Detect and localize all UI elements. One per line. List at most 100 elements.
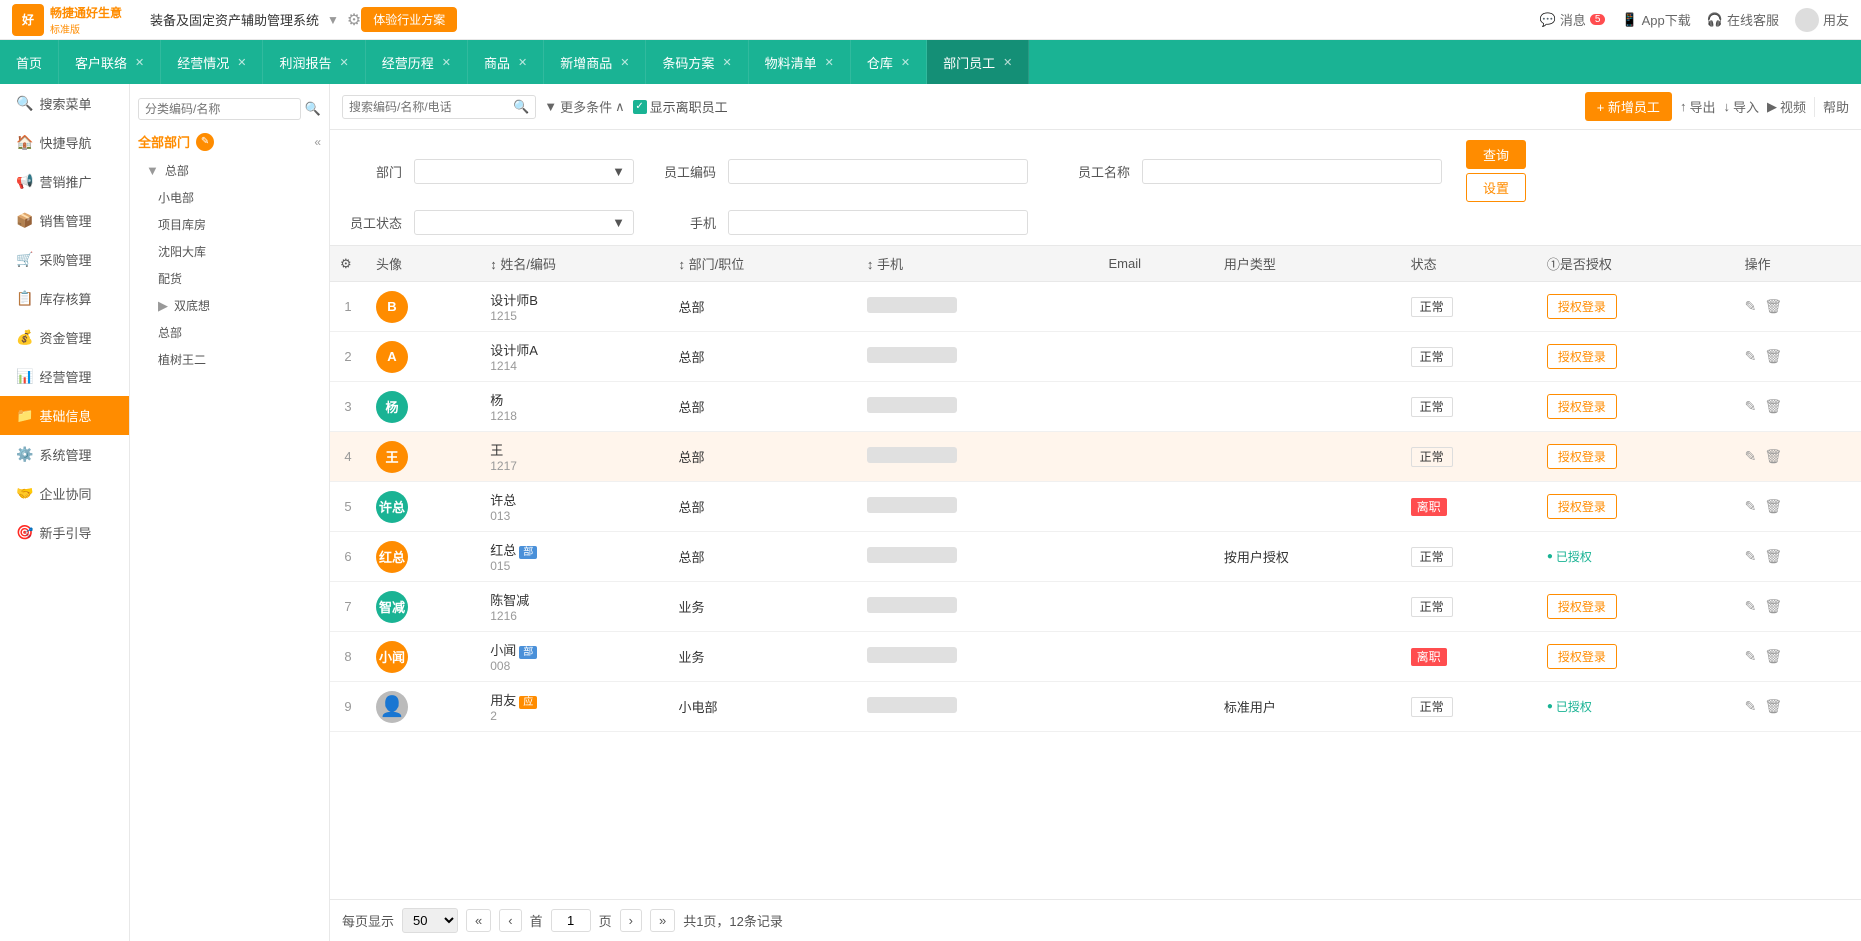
nav-close-goods[interactable]: ✕ — [518, 56, 527, 69]
next-page-btn[interactable]: › — [620, 909, 642, 932]
nav-close-bom[interactable]: ✕ — [825, 56, 834, 69]
col-phone[interactable]: ↕ 手机 — [857, 246, 1099, 282]
edit-btn[interactable]: ✎ — [1745, 598, 1757, 615]
delete-btn[interactable]: 🗑 — [1764, 598, 1782, 615]
delete-btn[interactable]: 🗑 — [1764, 348, 1782, 365]
nav-close-profit[interactable]: ✕ — [340, 56, 349, 69]
tree-node-peihuo[interactable]: 配货 — [130, 265, 329, 292]
edit-btn[interactable]: ✎ — [1745, 448, 1757, 465]
nav-item-home[interactable]: 首页 — [0, 40, 59, 84]
delete-btn[interactable]: 🗑 — [1764, 698, 1782, 715]
phone-input[interactable] — [728, 210, 1028, 235]
nav-close-add-goods[interactable]: ✕ — [620, 56, 629, 69]
show-resigned-checkbox[interactable]: ✓ — [633, 100, 647, 114]
nav-item-goods[interactable]: 商品 ✕ — [468, 40, 544, 84]
nav-item-barcode[interactable]: 条码方案 ✕ — [646, 40, 748, 84]
add-employee-btn[interactable]: + 新增员工 — [1585, 92, 1672, 121]
emp-status-select[interactable]: ▼ — [414, 210, 634, 235]
auth-login-btn[interactable]: 授权登录 — [1547, 294, 1617, 319]
sidebar-item-collab[interactable]: 🤝企业协同 — [0, 474, 129, 513]
system-dropdown-icon[interactable]: ▼ — [327, 13, 339, 27]
tree-node-xiangmu[interactable]: 项目库房 — [130, 211, 329, 238]
emp-name-input[interactable] — [1142, 159, 1442, 184]
col-dept[interactable]: ↕ 部门/职位 — [669, 246, 857, 282]
auth-login-btn[interactable]: 授权登录 — [1547, 644, 1617, 669]
online-service-btn[interactable]: 🎧 在线客服 — [1707, 10, 1779, 29]
settings-icon[interactable]: ⚙ — [347, 10, 361, 30]
nav-item-bom[interactable]: 物料清单 ✕ — [749, 40, 851, 84]
export-btn[interactable]: ↑ 导出 — [1680, 97, 1716, 116]
tree-node-shenyang[interactable]: 沈阳大库 — [130, 238, 329, 265]
view-btn[interactable]: ▶ 视频 — [1767, 97, 1806, 116]
set-btn[interactable]: 设置 — [1466, 173, 1526, 202]
import-btn[interactable]: ↓ 导入 — [1723, 97, 1759, 116]
sidebar-item-marketing[interactable]: 📢营销推广 — [0, 162, 129, 201]
trial-btn[interactable]: 体验行业方案 — [361, 7, 457, 32]
sidebar-item-system[interactable]: ⚙️系统管理 — [0, 435, 129, 474]
dept-select[interactable]: ▼ — [414, 159, 634, 184]
delete-btn[interactable]: 🗑 — [1764, 548, 1782, 565]
message-btn[interactable]: 💬 消息 5 — [1540, 10, 1606, 29]
auth-login-btn[interactable]: 授权登录 — [1547, 594, 1617, 619]
nav-close-history[interactable]: ✕ — [442, 56, 451, 69]
nav-item-history[interactable]: 经营历程 ✕ — [366, 40, 468, 84]
edit-btn[interactable]: ✎ — [1745, 398, 1757, 415]
tree-search-icon[interactable]: 🔍 — [305, 101, 321, 117]
delete-btn[interactable]: 🗑 — [1764, 648, 1782, 665]
nav-item-operation[interactable]: 经营情况 ✕ — [161, 40, 263, 84]
app-download-btn[interactable]: 📱 App下载 — [1621, 10, 1690, 29]
nav-item-warehouse[interactable]: 仓库 ✕ — [851, 40, 927, 84]
page-input[interactable] — [551, 909, 591, 932]
tree-search-input[interactable] — [138, 98, 301, 120]
sidebar-item-finance[interactable]: 💰资金管理 — [0, 318, 129, 357]
col-settings[interactable]: ⚙ — [330, 246, 366, 282]
search-icon-toolbar[interactable]: 🔍 — [513, 99, 529, 115]
sidebar-item-search[interactable]: 🔍搜索菜单 — [0, 84, 129, 123]
delete-btn[interactable]: 🗑 — [1764, 498, 1782, 515]
edit-btn[interactable]: ✎ — [1745, 548, 1757, 565]
nav-close-warehouse[interactable]: ✕ — [901, 56, 910, 69]
auth-login-btn[interactable]: 授权登录 — [1547, 344, 1617, 369]
nav-item-staff[interactable]: 部门员工 ✕ — [927, 40, 1029, 84]
tree-node-head[interactable]: ▼ 总部 — [130, 157, 329, 184]
nav-close-barcode[interactable]: ✕ — [722, 56, 731, 69]
sidebar-item-purchase[interactable]: 🛒采购管理 — [0, 240, 129, 279]
tree-all-label[interactable]: 全部部门 — [138, 132, 190, 151]
sidebar-item-guide[interactable]: 🎯新手引导 — [0, 513, 129, 552]
tree-node-zhishu[interactable]: 植树王二 — [130, 346, 329, 373]
sidebar-item-management[interactable]: 📊经营管理 — [0, 357, 129, 396]
nav-item-add-goods[interactable]: 新增商品 ✕ — [544, 40, 646, 84]
nav-close-customer[interactable]: ✕ — [135, 56, 144, 69]
last-page-btn[interactable]: » — [650, 909, 675, 932]
col-name[interactable]: ↕ 姓名/编码 — [480, 246, 668, 282]
tree-edit-btn[interactable]: ✎ — [196, 133, 214, 151]
sidebar-item-sales[interactable]: 📦销售管理 — [0, 201, 129, 240]
nav-close-operation[interactable]: ✕ — [237, 56, 246, 69]
help-btn[interactable]: 帮助 — [1823, 97, 1849, 116]
page-size-select[interactable]: 50 100 200 — [402, 908, 458, 933]
edit-btn[interactable]: ✎ — [1745, 298, 1757, 315]
emp-code-input[interactable] — [728, 159, 1028, 184]
user-btn[interactable]: 用友 — [1795, 8, 1849, 32]
auth-login-btn[interactable]: 授权登录 — [1547, 394, 1617, 419]
tree-node-xiaodibu[interactable]: 小电部 — [130, 184, 329, 211]
auth-login-btn[interactable]: 授权登录 — [1547, 444, 1617, 469]
query-btn[interactable]: 查询 — [1466, 140, 1526, 169]
first-page-btn[interactable]: « — [466, 909, 491, 932]
edit-btn[interactable]: ✎ — [1745, 498, 1757, 515]
more-filter-btn[interactable]: ▼ 更多条件 ∧ — [544, 97, 624, 116]
edit-btn[interactable]: ✎ — [1745, 698, 1757, 715]
delete-btn[interactable]: 🗑 — [1764, 298, 1782, 315]
sidebar-item-basic[interactable]: 📁基础信息 — [0, 396, 129, 435]
edit-btn[interactable]: ✎ — [1745, 648, 1757, 665]
delete-btn[interactable]: 🗑 — [1764, 448, 1782, 465]
delete-btn[interactable]: 🗑 — [1764, 398, 1782, 415]
tree-node-zongbu[interactable]: 总部 — [130, 319, 329, 346]
nav-item-customer[interactable]: 客户联络 ✕ — [59, 40, 161, 84]
edit-btn[interactable]: ✎ — [1745, 348, 1757, 365]
tree-collapse-btn[interactable]: « — [314, 135, 321, 149]
nav-close-staff[interactable]: ✕ — [1003, 56, 1012, 69]
nav-item-profit[interactable]: 利润报告 ✕ — [263, 40, 365, 84]
sidebar-item-nav[interactable]: 🏠快捷导航 — [0, 123, 129, 162]
show-resigned-toggle[interactable]: ✓ 显示离职员工 — [633, 97, 728, 116]
